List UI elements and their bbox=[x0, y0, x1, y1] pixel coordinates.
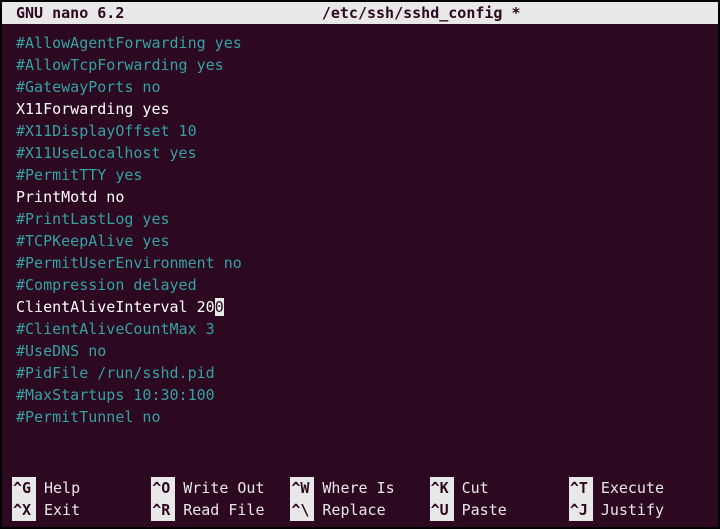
help-cell: ^X Exit bbox=[12, 499, 151, 521]
nano-app-name: GNU nano 6.2 bbox=[12, 2, 124, 24]
help-key-j[interactable]: ^J bbox=[569, 499, 593, 521]
help-row: ^X Exit ^R Read File ^\ Replace ^U Paste ^J Justi… bbox=[12, 499, 708, 521]
help-label: Execute bbox=[601, 477, 664, 499]
buffer-line[interactable]: PrintMotd no bbox=[16, 186, 704, 208]
help-key-o[interactable]: ^O bbox=[151, 477, 175, 499]
help-key-t[interactable]: ^T bbox=[569, 477, 593, 499]
nano-title-bar: GNU nano 6.2 /etc/ssh/sshd_config * bbox=[2, 2, 718, 24]
buffer-line[interactable]: #TCPKeepAlive yes bbox=[16, 230, 704, 252]
help-key-w[interactable]: ^W bbox=[290, 477, 314, 499]
help-label: Read File bbox=[183, 499, 264, 521]
terminal-window: GNU nano 6.2 /etc/ssh/sshd_config * #All… bbox=[0, 0, 720, 529]
help-cell: ^J Justify bbox=[569, 499, 708, 521]
buffer-line[interactable]: #PermitTunnel no bbox=[16, 406, 704, 428]
help-label: Justify bbox=[601, 499, 664, 521]
help-cell: ^R Read File bbox=[151, 499, 290, 521]
buffer-line[interactable]: #GatewayPorts no bbox=[16, 76, 704, 98]
help-cell: ^\ Replace bbox=[290, 499, 429, 521]
help-key-r[interactable]: ^R bbox=[151, 499, 175, 521]
buffer-line[interactable]: #MaxStartups 10:30:100 bbox=[16, 384, 704, 406]
buffer-line[interactable]: #X11DisplayOffset 10 bbox=[16, 120, 704, 142]
help-label: Where Is bbox=[322, 477, 394, 499]
help-key-g[interactable]: ^G bbox=[12, 477, 36, 499]
help-label: Write Out bbox=[183, 477, 264, 499]
buffer-line[interactable]: #AllowTcpForwarding yes bbox=[16, 54, 704, 76]
help-key-[interactable]: ^\ bbox=[290, 499, 314, 521]
help-key-k[interactable]: ^K bbox=[430, 477, 454, 499]
help-label: Paste bbox=[462, 499, 507, 521]
buffer-line[interactable]: #AllowAgentForwarding yes bbox=[16, 32, 704, 54]
help-key-x[interactable]: ^X bbox=[12, 499, 36, 521]
buffer-line[interactable]: #PrintLastLog yes bbox=[16, 208, 704, 230]
buffer-line[interactable]: #X11UseLocalhost yes bbox=[16, 142, 704, 164]
help-cell: ^W Where Is bbox=[290, 477, 429, 499]
buffer-line[interactable]: ClientAliveInterval 200 bbox=[16, 296, 704, 318]
editor-buffer[interactable]: #AllowAgentForwarding yes#AllowTcpForwar… bbox=[2, 24, 718, 428]
help-cell: ^K Cut bbox=[430, 477, 569, 499]
buffer-line[interactable]: #PermitTTY yes bbox=[16, 164, 704, 186]
nano-help-bar: ^G Help ^O Write Out ^W Where Is ^K Cut ^T Execut… bbox=[12, 477, 708, 521]
buffer-line[interactable]: X11Forwarding yes bbox=[16, 98, 704, 120]
help-cell: ^U Paste bbox=[430, 499, 569, 521]
help-label: Replace bbox=[322, 499, 385, 521]
help-cell: ^G Help bbox=[12, 477, 151, 499]
help-cell: ^T Execute bbox=[569, 477, 708, 499]
text-cursor: 0 bbox=[215, 298, 224, 316]
help-cell: ^O Write Out bbox=[151, 477, 290, 499]
nano-file-path: /etc/ssh/sshd_config * bbox=[124, 2, 718, 24]
buffer-line[interactable]: #PermitUserEnvironment no bbox=[16, 252, 704, 274]
help-label: Exit bbox=[44, 499, 80, 521]
help-label: Cut bbox=[462, 477, 489, 499]
buffer-line[interactable]: #Compression delayed bbox=[16, 274, 704, 296]
buffer-line[interactable]: #ClientAliveCountMax 3 bbox=[16, 318, 704, 340]
help-row: ^G Help ^O Write Out ^W Where Is ^K Cut ^T Execut… bbox=[12, 477, 708, 499]
help-label: Help bbox=[44, 477, 80, 499]
buffer-line[interactable]: #UseDNS no bbox=[16, 340, 704, 362]
buffer-line[interactable]: #PidFile /run/sshd.pid bbox=[16, 362, 704, 384]
help-key-u[interactable]: ^U bbox=[430, 499, 454, 521]
